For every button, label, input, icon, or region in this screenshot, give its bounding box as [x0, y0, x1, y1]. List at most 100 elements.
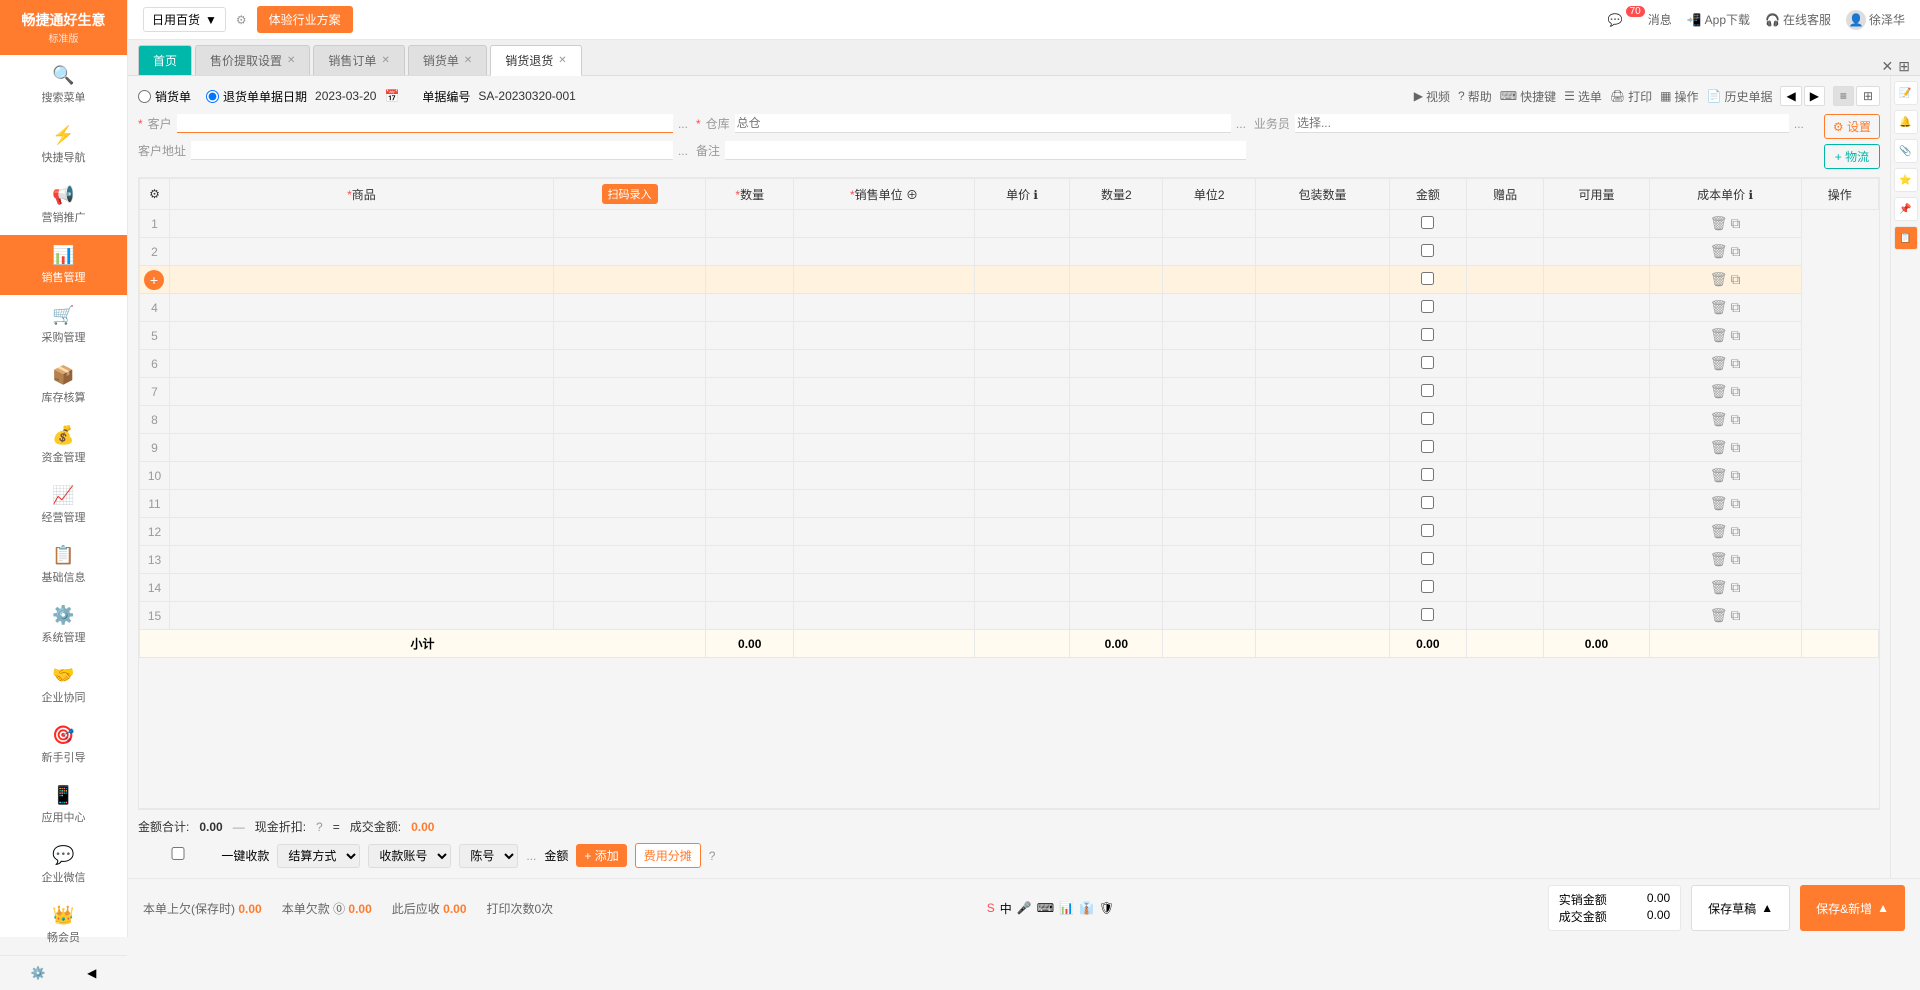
- cost-price-cell[interactable]: [1544, 266, 1649, 294]
- product-cell[interactable]: [170, 294, 554, 322]
- staff-dots[interactable]: ...: [1794, 117, 1804, 131]
- trial-button[interactable]: 体验行业方案: [257, 6, 353, 33]
- category-select[interactable]: 日用百货 ▼: [143, 7, 226, 32]
- pkg-qty-cell[interactable]: [1163, 518, 1256, 546]
- available-cell[interactable]: [1466, 518, 1543, 546]
- unit2-cell[interactable]: [1070, 406, 1163, 434]
- cost-price-cell[interactable]: [1544, 350, 1649, 378]
- gift-checkbox[interactable]: [1421, 580, 1434, 593]
- next-btn[interactable]: ▶: [1804, 86, 1825, 106]
- unit-price-cell[interactable]: [794, 574, 974, 602]
- warehouse-dots[interactable]: ...: [1236, 117, 1246, 131]
- qty2-cell[interactable]: [974, 406, 1070, 434]
- qty2-cell[interactable]: [974, 574, 1070, 602]
- delete-row-btn[interactable]: 🗑: [1710, 495, 1728, 512]
- collapse-icon[interactable]: ◀: [87, 966, 96, 980]
- settings-gear-icon[interactable]: ⚙: [236, 13, 247, 27]
- copy-row-btn[interactable]: ⧉: [1731, 383, 1741, 400]
- grid-view-btn[interactable]: ⊞: [1856, 86, 1880, 106]
- gift-cell[interactable]: [1389, 518, 1466, 546]
- unit-cell[interactable]: [706, 406, 794, 434]
- gift-cell[interactable]: [1389, 238, 1466, 266]
- user-info[interactable]: 👤 徐泽华: [1846, 10, 1905, 30]
- quantity-cell[interactable]: [553, 322, 705, 350]
- product-cell[interactable]: [170, 238, 554, 266]
- gift-cell[interactable]: [1389, 462, 1466, 490]
- gift-cell[interactable]: [1389, 322, 1466, 350]
- unit-cell[interactable]: [706, 350, 794, 378]
- delete-row-btn[interactable]: 🗑: [1710, 383, 1728, 400]
- address-input[interactable]: [191, 141, 673, 160]
- unit-cell[interactable]: [706, 602, 794, 630]
- customer-input[interactable]: [177, 114, 673, 133]
- unit-price-cell[interactable]: [794, 210, 974, 238]
- product-cell[interactable]: [170, 574, 554, 602]
- pkg-qty-cell[interactable]: [1163, 462, 1256, 490]
- copy-row-btn[interactable]: ⧉: [1731, 467, 1741, 484]
- available-cell[interactable]: [1466, 602, 1543, 630]
- notes-input[interactable]: [725, 141, 1246, 160]
- available-cell[interactable]: [1466, 434, 1543, 462]
- unit-cell[interactable]: [706, 238, 794, 266]
- copy-row-btn[interactable]: ⧉: [1731, 439, 1741, 456]
- gift-cell[interactable]: [1389, 434, 1466, 462]
- unit-cell[interactable]: [706, 574, 794, 602]
- unit-price-cell[interactable]: [794, 462, 974, 490]
- copy-row-btn[interactable]: ⧉: [1731, 551, 1741, 568]
- qty2-cell[interactable]: [974, 378, 1070, 406]
- pkg-qty-cell[interactable]: [1163, 574, 1256, 602]
- qty2-cell[interactable]: [974, 322, 1070, 350]
- product-cell[interactable]: [170, 490, 554, 518]
- qty2-cell[interactable]: [974, 350, 1070, 378]
- radio-sales-input[interactable]: [138, 90, 151, 103]
- unit-price-cell[interactable]: [794, 322, 974, 350]
- tab-home[interactable]: 首页: [138, 45, 192, 75]
- gift-cell[interactable]: [1389, 378, 1466, 406]
- tab-price-setup[interactable]: 售价提取设置 ✕: [195, 45, 310, 75]
- list-view-btn[interactable]: ≡: [1833, 86, 1854, 106]
- unit2-cell[interactable]: [1070, 210, 1163, 238]
- gift-checkbox[interactable]: [1421, 552, 1434, 565]
- qty2-cell[interactable]: [974, 518, 1070, 546]
- qty2-cell[interactable]: [974, 602, 1070, 630]
- scan-button[interactable]: 扫码录入: [602, 184, 658, 204]
- operate-btn[interactable]: ▦ 操作: [1660, 88, 1698, 105]
- add-row-btn[interactable]: +: [144, 270, 164, 290]
- qty2-cell[interactable]: [974, 210, 1070, 238]
- copy-row-btn[interactable]: ⧉: [1731, 215, 1741, 232]
- video-btn[interactable]: ▶ 视频: [1414, 88, 1450, 105]
- copy-row-btn[interactable]: ⧉: [1731, 299, 1741, 316]
- unit-price-cell[interactable]: [794, 434, 974, 462]
- copy-row-btn[interactable]: ⧉: [1731, 327, 1741, 344]
- account-select[interactable]: 收款账号: [368, 844, 451, 868]
- radio-returns[interactable]: 退货单: [206, 88, 259, 105]
- rp-item-5[interactable]: 📌: [1894, 197, 1918, 221]
- unit2-cell[interactable]: [1070, 434, 1163, 462]
- unit-price-cell[interactable]: [794, 406, 974, 434]
- available-cell[interactable]: [1466, 266, 1543, 294]
- settle-method-select[interactable]: 结算方式: [277, 844, 360, 868]
- amount-cell[interactable]: [1256, 322, 1389, 350]
- unit-price-cell[interactable]: [794, 378, 974, 406]
- close-tab-icon[interactable]: ✕: [558, 55, 566, 66]
- maximize-icon[interactable]: ⊞: [1898, 58, 1910, 75]
- product-cell[interactable]: [170, 322, 554, 350]
- available-cell[interactable]: [1466, 490, 1543, 518]
- amount-cell[interactable]: [1256, 546, 1389, 574]
- qty2-cell[interactable]: [974, 294, 1070, 322]
- save-draft-btn[interactable]: 保存草稿 ▲: [1691, 885, 1790, 931]
- delete-row-btn[interactable]: 🗑: [1710, 355, 1728, 372]
- available-cell[interactable]: [1466, 294, 1543, 322]
- tab-sales-order[interactable]: 销售订单 ✕: [313, 45, 404, 75]
- close-tab-icon[interactable]: ✕: [287, 55, 295, 66]
- online-service-btn[interactable]: 🎧 在线客服: [1765, 11, 1831, 28]
- pkg-qty-cell[interactable]: [1163, 434, 1256, 462]
- gift-checkbox[interactable]: [1421, 412, 1434, 425]
- amount-cell[interactable]: [1256, 210, 1389, 238]
- col-settings[interactable]: ⚙: [140, 179, 170, 210]
- gift-checkbox[interactable]: [1421, 356, 1434, 369]
- amount-cell[interactable]: [1256, 574, 1389, 602]
- available-cell[interactable]: [1466, 238, 1543, 266]
- gift-checkbox[interactable]: [1421, 608, 1434, 621]
- copy-row-btn[interactable]: ⧉: [1731, 495, 1741, 512]
